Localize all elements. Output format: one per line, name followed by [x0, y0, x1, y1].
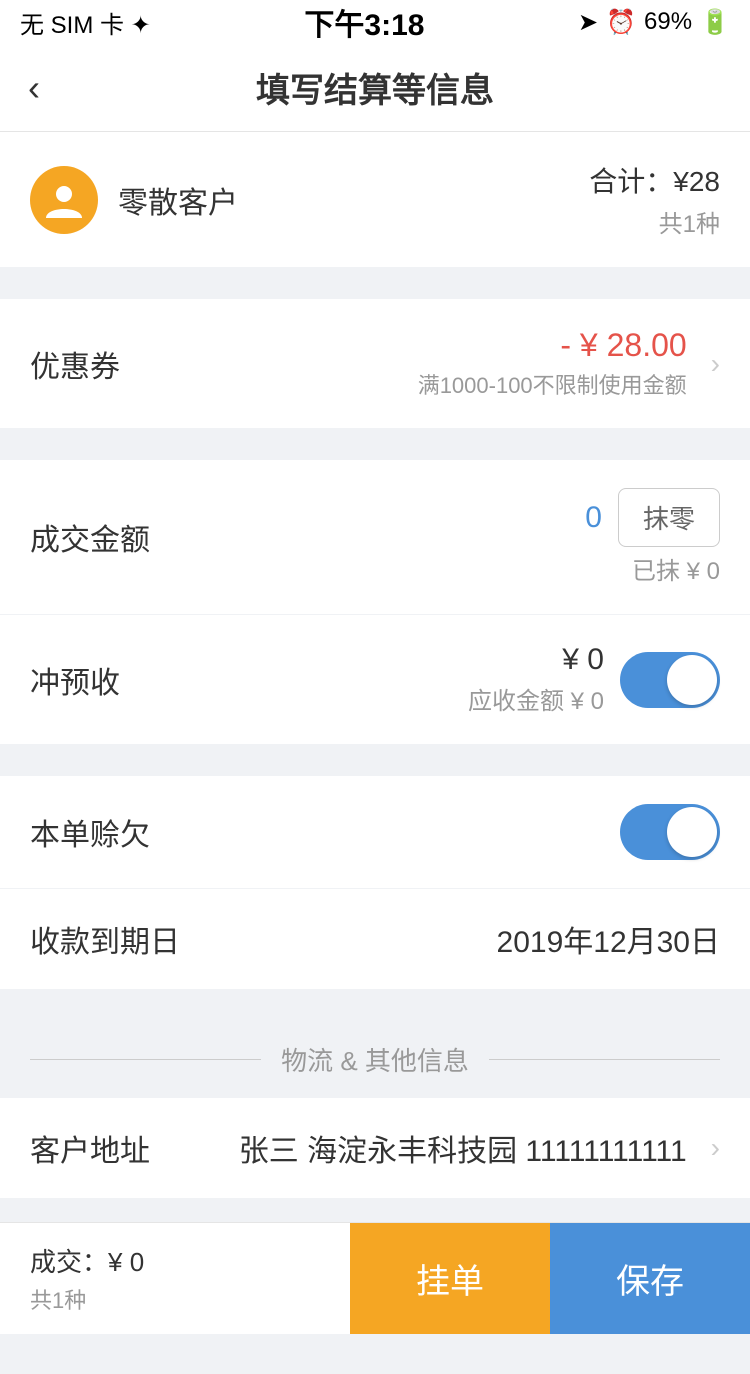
- address-chevron: ›: [711, 1132, 720, 1164]
- divider-1: [0, 283, 750, 299]
- address-row[interactable]: 客户地址 张三 海淀永丰科技园 11111111111 ›: [0, 1098, 750, 1198]
- divider-2: [0, 444, 750, 460]
- toggle-knob: [667, 655, 717, 705]
- transaction-right: 抹零 已抹 ¥ 0: [522, 488, 720, 586]
- debt-right: [620, 804, 720, 860]
- customer-name: 零散客户: [118, 178, 238, 222]
- logistics-header: 物流 & 其他信息: [0, 1021, 750, 1098]
- debt-label: 本单赊欠: [30, 810, 150, 854]
- coupon-right: - ¥ 28.00 满1000-100不限制使用金额 ›: [418, 327, 720, 400]
- status-bar: 无 SIM 卡 ✦ 下午3:18 ➤ ⏰ 69% 🔋: [0, 0, 750, 44]
- debt-toggle[interactable]: [620, 804, 720, 860]
- nav-bar: ‹ 填写结算等信息: [0, 44, 750, 132]
- debt-section: 本单赊欠 收款到期日 2019年12月30日: [0, 776, 750, 989]
- bottom-actions: 挂单 保存: [350, 1223, 750, 1334]
- save-button[interactable]: 保存: [550, 1223, 750, 1334]
- coupon-info: - ¥ 28.00 满1000-100不限制使用金额: [418, 327, 687, 400]
- status-right: ➤ ⏰ 69% 🔋: [578, 8, 730, 37]
- address-section: 客户地址 张三 海淀永丰科技园 11111111111 ›: [0, 1098, 750, 1198]
- coupon-row[interactable]: 优惠券 - ¥ 28.00 满1000-100不限制使用金额 ›: [0, 299, 750, 428]
- user-icon: [44, 180, 84, 220]
- coupon-chevron: ›: [711, 348, 720, 380]
- address-label: 客户地址: [30, 1126, 150, 1170]
- transaction-section: 成交金额 抹零 已抹 ¥ 0 冲预收 ¥ 0 应收金额 ¥ 0: [0, 460, 750, 744]
- deal-amount: ¥ 0: [108, 1247, 144, 1277]
- sim-status: 无 SIM 卡 ✦: [20, 5, 151, 40]
- prepay-toggle[interactable]: [620, 652, 720, 708]
- transaction-row: 成交金额 抹零 已抹 ¥ 0: [0, 460, 750, 615]
- status-left: 无 SIM 卡 ✦: [20, 5, 151, 40]
- due-date-value: 2019年12月30日: [497, 917, 720, 961]
- debt-row: 本单赊欠: [0, 776, 750, 889]
- location-icon: ➤: [578, 8, 598, 37]
- address-value: 张三 海淀永丰科技园 11111111111: [239, 1126, 687, 1170]
- customer-summary: 合计：¥28 共1种: [589, 160, 720, 239]
- prepay-row: 冲预收 ¥ 0 应收金额 ¥ 0: [0, 615, 750, 744]
- prepay-sub: 应收金额 ¥ 0: [468, 681, 604, 716]
- total-amount: 合计：¥28: [589, 160, 720, 200]
- due-date-right: 2019年12月30日: [497, 917, 720, 961]
- logistics-line-right: [489, 1059, 720, 1060]
- hang-button[interactable]: 挂单: [350, 1223, 550, 1334]
- customer-section: 零散客户 合计：¥28 共1种: [0, 132, 750, 267]
- prepay-right: ¥ 0 应收金额 ¥ 0: [468, 643, 720, 716]
- logistics-label: 物流 & 其他信息: [281, 1041, 469, 1078]
- bottom-bar: 成交：¥ 0 共1种 挂单 保存: [0, 1222, 750, 1334]
- customer-row: 零散客户 合计：¥28 共1种: [0, 132, 750, 267]
- bottom-deal: 成交：¥ 0: [30, 1242, 320, 1279]
- debt-toggle-knob: [667, 807, 717, 857]
- bottom-count: 共1种: [30, 1283, 320, 1315]
- battery-icon: 🔋: [700, 8, 730, 37]
- alarm-icon: ⏰: [606, 8, 636, 37]
- coupon-sub: 满1000-100不限制使用金额: [418, 368, 687, 400]
- transaction-input[interactable]: [522, 501, 602, 535]
- battery-level: 69%: [644, 8, 692, 36]
- prepay-label: 冲预收: [30, 658, 120, 702]
- transaction-label: 成交金额: [30, 515, 150, 559]
- bottom-info: 成交：¥ 0 共1种: [0, 1223, 350, 1334]
- deal-prefix: 成交：: [30, 1247, 108, 1277]
- due-date-row: 收款到期日 2019年12月30日: [0, 889, 750, 989]
- divider-3: [0, 760, 750, 776]
- customer-left: 零散客户: [30, 166, 238, 234]
- coupon-label: 优惠券: [30, 342, 120, 386]
- due-date-label: 收款到期日: [30, 917, 180, 961]
- address-right: 张三 海淀永丰科技园 11111111111 ›: [239, 1126, 720, 1170]
- prepay-amount: ¥ 0: [468, 643, 604, 677]
- logistics-line-left: [30, 1059, 261, 1060]
- content: 零散客户 合计：¥28 共1种 优惠券 - ¥ 28.00 满1000-100不…: [0, 132, 750, 1374]
- coupon-section: 优惠券 - ¥ 28.00 满1000-100不限制使用金额 ›: [0, 299, 750, 428]
- transaction-sub: 已抹 ¥ 0: [522, 551, 720, 586]
- round-button[interactable]: 抹零: [618, 488, 720, 547]
- coupon-amount: - ¥ 28.00: [418, 327, 687, 364]
- status-time: 下午3:18: [304, 0, 424, 44]
- page-title: 填写结算等信息: [256, 63, 494, 112]
- total-count: 共1种: [589, 204, 720, 239]
- divider-4: [0, 1005, 750, 1021]
- avatar: [30, 166, 98, 234]
- back-button[interactable]: ‹: [28, 67, 40, 109]
